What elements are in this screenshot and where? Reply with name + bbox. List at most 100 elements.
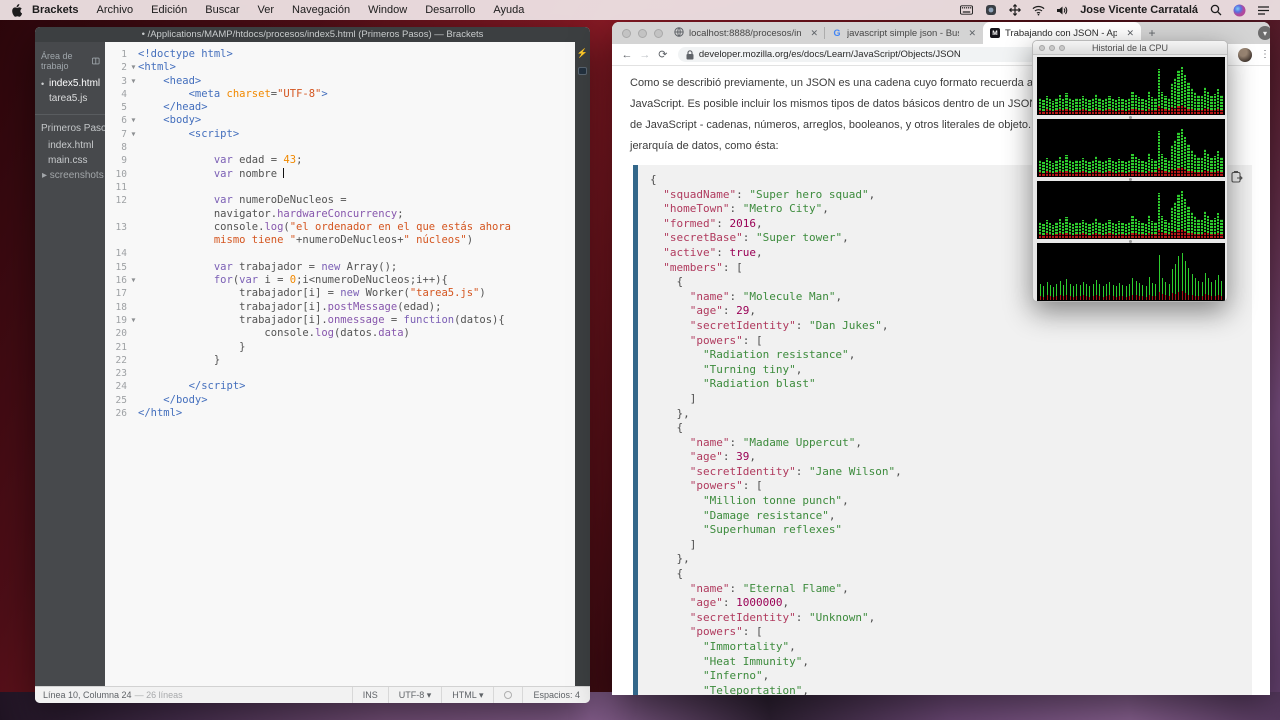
- split-view-icon[interactable]: [92, 57, 100, 65]
- fold-arrow-icon[interactable]: ▼: [129, 75, 138, 88]
- tab-2[interactable]: Gjavascript simple json - Buscar ✕: [825, 22, 983, 44]
- code-line[interactable]: 24 </script>: [105, 380, 575, 393]
- code-line[interactable]: 1 <!doctype html>: [105, 48, 575, 61]
- language-selector[interactable]: HTML ▾: [441, 687, 493, 703]
- code-line[interactable]: 15 var trabajador = new Array();: [105, 261, 575, 274]
- project-name[interactable]: Primeros Pasos ▾: [35, 121, 105, 138]
- fold-arrow-icon[interactable]: ▼: [129, 314, 138, 327]
- extension-manager-icon[interactable]: [578, 67, 587, 75]
- tab-close-icon[interactable]: ✕: [968, 28, 976, 39]
- encoding-selector[interactable]: UTF-8 ▾: [387, 687, 442, 703]
- copy-code-icon[interactable]: [1231, 170, 1243, 188]
- fold-arrow-icon[interactable]: ▼: [129, 274, 138, 287]
- cpu-zoom-button[interactable]: [1059, 45, 1065, 51]
- cpu-close-button[interactable]: [1039, 45, 1045, 51]
- window-zoom-button[interactable]: [654, 29, 663, 38]
- fold-arrow-icon[interactable]: ▼: [129, 128, 138, 141]
- code-line[interactable]: 8: [105, 141, 575, 154]
- live-preview-icon[interactable]: ⚡: [577, 48, 588, 59]
- project-file-main.css[interactable]: main.css: [35, 153, 105, 168]
- indent-setting[interactable]: Espacios: 4: [522, 687, 590, 703]
- cpu-bar: [1167, 59, 1170, 114]
- downloads-indicator[interactable]: ▾: [1258, 26, 1270, 40]
- code-editor[interactable]: 1 <!doctype html> 2 ▼ <html> 3 ▼ <head> 4 <meta…: [105, 42, 575, 686]
- new-tab-button[interactable]: +: [1144, 25, 1160, 41]
- fold-arrow-icon[interactable]: ▼: [129, 114, 138, 127]
- code-line[interactable]: 10 var nombre: [105, 167, 575, 181]
- code-line[interactable]: 9 var edad = 43;: [105, 154, 575, 167]
- menu-item-ver[interactable]: Ver: [249, 4, 284, 16]
- working-file-tarea5.js[interactable]: tarea5.js: [35, 91, 105, 106]
- cpu-user-segment: [1108, 95, 1111, 110]
- code-line[interactable]: 2 ▼ <html>: [105, 61, 575, 74]
- cpu-bar: [1157, 183, 1160, 238]
- panel-resize-dot[interactable]: [1129, 240, 1132, 243]
- code-line[interactable]: 22 }: [105, 354, 575, 367]
- cpu-user-segment: [1114, 223, 1118, 235]
- code-line[interactable]: mismo tiene "+numeroDeNucleos+" núcleos"…: [105, 234, 575, 247]
- project-file-index.html[interactable]: index.html: [35, 138, 105, 153]
- window-minimize-button[interactable]: [638, 29, 647, 38]
- insert-mode-indicator[interactable]: INS: [351, 687, 388, 703]
- profile-avatar[interactable]: [1238, 47, 1252, 62]
- code-line[interactable]: 3 ▼ <head>: [105, 75, 575, 88]
- code-line[interactable]: 20 console.log(datos.data): [105, 327, 575, 340]
- menu-item-brackets[interactable]: Brackets: [23, 4, 87, 16]
- cpu-bar: [1164, 245, 1166, 300]
- app-status-icon[interactable]: [984, 4, 997, 17]
- code-line[interactable]: 16 ▼ for(var i = 0;i<numeroDeNucleos;i++)…: [105, 274, 575, 287]
- lint-status[interactable]: [493, 687, 522, 703]
- forward-button[interactable]: →: [636, 49, 654, 61]
- reload-button[interactable]: ⟳: [654, 48, 672, 61]
- code-line[interactable]: 12 var numeroDeNucleos =: [105, 194, 575, 207]
- menu-bar-username[interactable]: Jose Vicente Carratalá: [1080, 4, 1198, 16]
- code-line[interactable]: 6 ▼ <body>: [105, 114, 575, 127]
- code-line[interactable]: 25 </body>: [105, 394, 575, 407]
- code-line[interactable]: 11: [105, 181, 575, 194]
- code-line[interactable]: 26 </html>: [105, 407, 575, 420]
- tab-close-icon[interactable]: ✕: [1126, 28, 1134, 39]
- code-line[interactable]: navigator.hardwareConcurrency;: [105, 208, 575, 221]
- cpu-window-title-bar[interactable]: Historial de la CPU: [1033, 41, 1227, 55]
- siri-icon[interactable]: [1233, 4, 1246, 17]
- code-line[interactable]: 13 console.log("el ordenador en el que e…: [105, 221, 575, 234]
- tab-close-icon[interactable]: ✕: [810, 28, 818, 39]
- code-line[interactable]: 19 ▼ trabajador[i].onmessage = function(d…: [105, 314, 575, 327]
- cpu-bar: [1151, 245, 1153, 300]
- panel-resize-dot[interactable]: [1129, 178, 1132, 181]
- code-line[interactable]: 17 trabajador[i] = new Worker("tarea5.js…: [105, 287, 575, 300]
- code-line[interactable]: 21 }: [105, 341, 575, 354]
- tab-1[interactable]: localhost:8888/procesos/inde ✕: [667, 22, 825, 44]
- menu-item-desarrollo[interactable]: Desarrollo: [416, 4, 484, 16]
- code-line[interactable]: 14: [105, 247, 575, 260]
- move-arrows-icon[interactable]: [1008, 4, 1021, 17]
- code-line[interactable]: 23: [105, 367, 575, 380]
- panel-resize-dot[interactable]: [1129, 116, 1132, 119]
- apple-menu-icon[interactable]: [10, 3, 23, 17]
- menu-item-edición[interactable]: Edición: [142, 4, 196, 16]
- menu-item-buscar[interactable]: Buscar: [196, 4, 248, 16]
- fold-arrow-icon[interactable]: ▼: [129, 61, 138, 74]
- browser-menu-icon[interactable]: ⋮: [1260, 49, 1270, 60]
- wifi-icon[interactable]: [1032, 4, 1045, 17]
- menu-item-navegación[interactable]: Navegación: [283, 4, 359, 16]
- menu-item-archivo[interactable]: Archivo: [87, 4, 142, 16]
- notification-center-icon[interactable]: [1257, 4, 1270, 17]
- cpu-bar: [1062, 59, 1065, 114]
- volume-icon[interactable]: [1056, 4, 1069, 17]
- back-button[interactable]: ←: [618, 49, 636, 61]
- spotlight-search-icon[interactable]: [1209, 4, 1222, 17]
- code-line[interactable]: 7 ▼ <script>: [105, 128, 575, 141]
- menu-item-ayuda[interactable]: Ayuda: [484, 4, 533, 16]
- keyboard-icon[interactable]: [960, 4, 974, 17]
- menu-item-window[interactable]: Window: [359, 4, 416, 16]
- code-line[interactable]: 4 <meta charset="UTF-8">: [105, 88, 575, 101]
- cpu-bar: [1187, 245, 1189, 300]
- brackets-title-bar[interactable]: • /Applications/MAMP/htdocs/procesos/ind…: [35, 27, 590, 42]
- window-close-button[interactable]: [622, 29, 631, 38]
- code-line[interactable]: 5 </head>: [105, 101, 575, 114]
- code-line[interactable]: 18 trabajador[i].postMessage(edad);: [105, 301, 575, 314]
- working-file-index5.html[interactable]: • index5.html: [35, 76, 105, 91]
- cpu-minimize-button[interactable]: [1049, 45, 1055, 51]
- project-file-screenshots[interactable]: ▸ screenshots: [35, 168, 105, 183]
